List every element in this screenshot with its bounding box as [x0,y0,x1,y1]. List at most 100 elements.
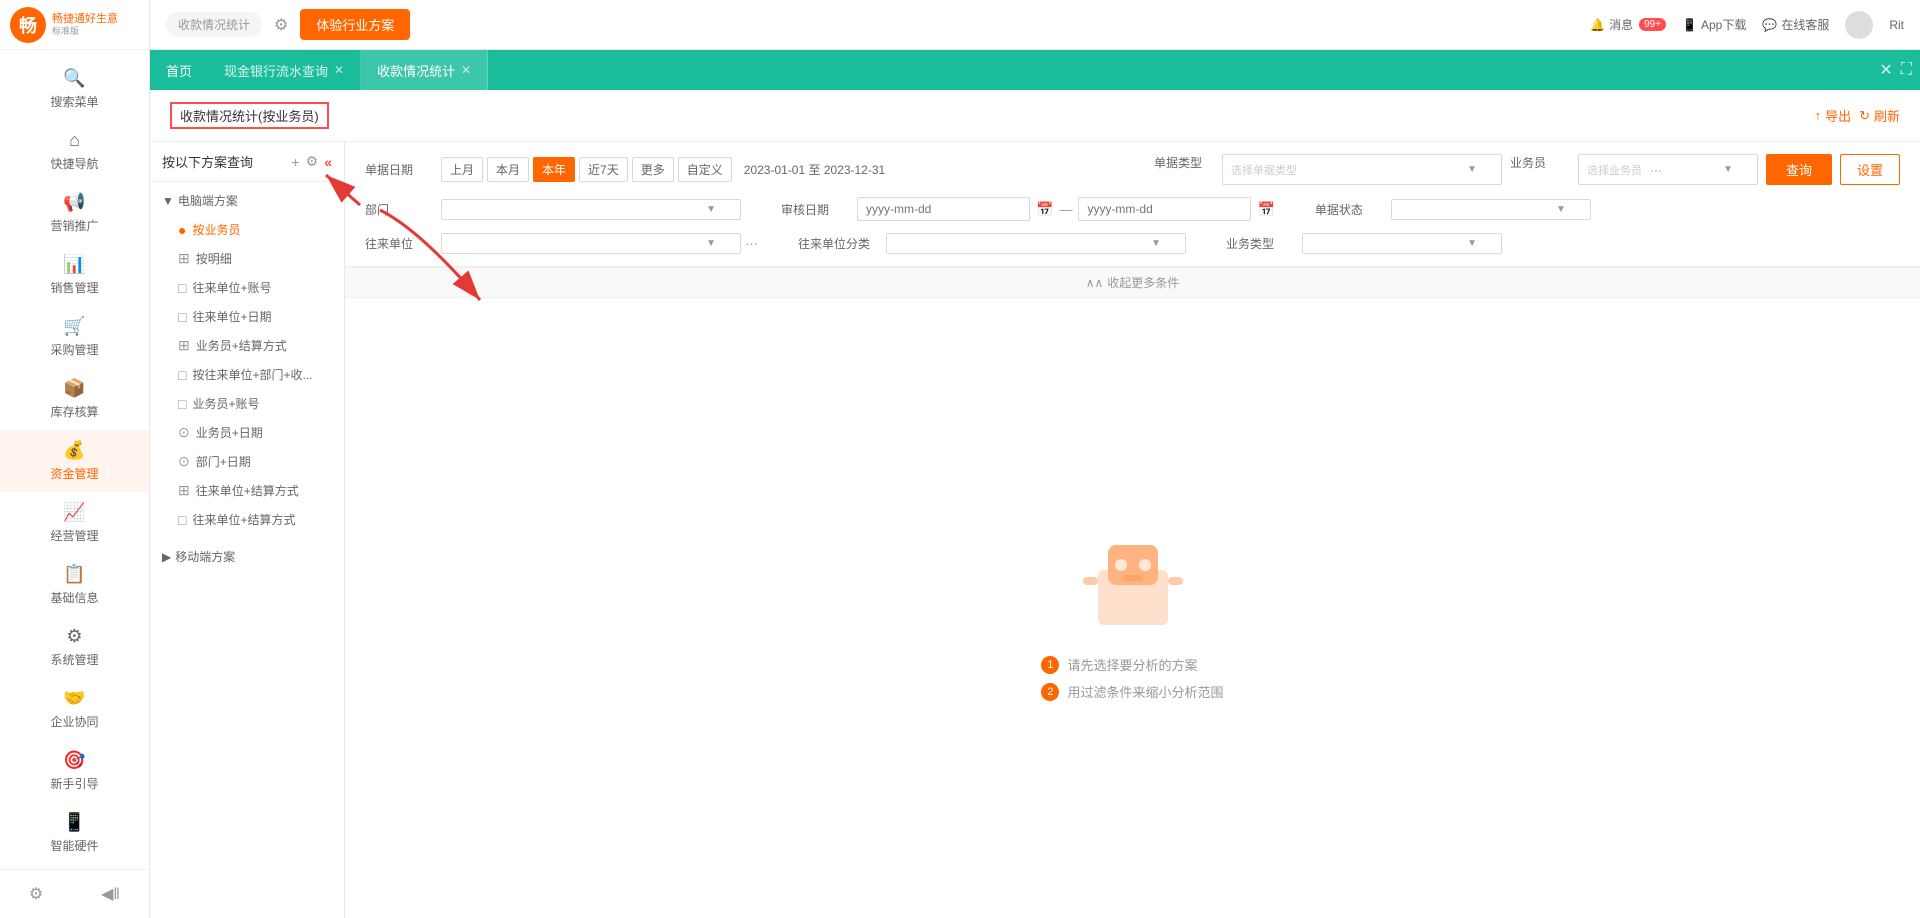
calendar-start-icon[interactable]: 📅 [1036,201,1053,218]
main-area: 收款情况统计 ⚙ 体验行业方案 🔔 消息 99+ 📱 App下载 💬 在线客服 [150,0,1920,918]
logo-icon: 畅 [10,7,46,43]
partner-category-label: 往来单位分类 [798,235,870,252]
tab-collection[interactable]: 收款情况统计 ✕ [361,50,488,90]
tree-item-partner-account[interactable]: □ 往来单位+账号 [150,273,344,302]
partner-payment2-icon: □ [178,512,186,528]
sidebar-item-search[interactable]: 🔍 搜索菜单 [0,58,149,120]
doc-type-chevron: ▼ [1467,164,1477,175]
review-date-end[interactable] [1078,197,1251,221]
tree-item-salesperson-date[interactable]: ⊙ 业务员+日期 [150,418,344,447]
collapse-sidebar-btn[interactable]: ◀‖ [97,880,124,908]
app-download-button[interactable]: 📱 App下载 [1682,16,1746,33]
sidebar-footer: ⚙ ◀‖ [0,869,149,918]
panel-settings-icon[interactable]: ⚙ [306,153,319,170]
sidebar-item-operations[interactable]: 📈 经营管理 [0,492,149,554]
sidebar-item-finance[interactable]: 💰 资金管理 [0,430,149,492]
calendar-end-icon[interactable]: 📅 [1257,201,1274,218]
refresh-button[interactable]: ↻ 刷新 [1859,106,1900,125]
logo-text: 畅捷通好生意 标准版 [52,12,118,38]
notifications-button[interactable]: 🔔 消息 99+ [1590,16,1666,33]
partner-category-select[interactable]: ▼ [886,233,1186,254]
dept-select[interactable]: ▼ [441,199,741,220]
user-name: Rit [1889,18,1904,32]
tab-collection-close[interactable]: ✕ [461,63,471,77]
salesperson-select[interactable]: 选择业务员 ··· ▼ [1578,154,1758,185]
content-area: 按以下方案查询 + ⚙ « ▼ 电脑端方案 ● 按业务员 [150,142,1920,918]
review-date-start[interactable] [857,197,1030,221]
tree-item-salesperson-account[interactable]: □ 业务员+账号 [150,389,344,418]
tab-maximize-icon[interactable]: ⛶ [1901,61,1912,79]
tree-item-by-detail[interactable]: ⊞ 按明细 [150,244,344,273]
biz-type-chevron: ▼ [1467,238,1477,249]
empty-svg [1073,515,1193,635]
date-options-group: 上月 本月 本年 近7天 更多 自定义 2023-01-01 至 2023-12… [441,157,885,182]
date-custom[interactable]: 自定义 [678,157,732,182]
tree-mobile-header[interactable]: ▶ 移动端方案 [150,542,344,571]
page-header: 收款情况统计(按业务员) ↑ 导出 ↻ 刷新 [150,90,1920,142]
dept-chevron: ▼ [706,204,716,215]
tab-bank-close[interactable]: ✕ [334,63,344,77]
date-last-month[interactable]: 上月 [441,157,483,182]
tip-num-1: 1 [1041,656,1059,674]
trial-button[interactable]: 体验行业方案 [300,9,410,40]
tree-item-dept-date[interactable]: ⊙ 部门+日期 [150,447,344,476]
settings-button[interactable]: 设置 [1840,154,1900,185]
sidebar-item-enterprise[interactable]: 🤝 企业协同 [0,678,149,740]
empty-tips: 1 请先选择要分析的方案 2 用过滤条件来缩小分析范围 [1041,655,1223,701]
salesperson-more-icon: ··· [1650,163,1662,177]
tree-item-partner-date[interactable]: □ 往来单位+日期 [150,302,344,331]
tree-desktop-header[interactable]: ▼ 电脑端方案 [150,186,344,215]
sidebar-item-guide[interactable]: 🎯 新手引导 [0,740,149,802]
salesperson-date-icon: ⊙ [178,424,190,441]
sidebar-item-quick-nav[interactable]: ⌂ 快捷导航 [0,120,149,182]
export-button[interactable]: ↑ 导出 [1815,106,1852,125]
empty-tip-1: 1 请先选择要分析的方案 [1041,655,1223,674]
home-icon: ⌂ [69,130,80,151]
tab-home[interactable]: 首页 [150,50,208,90]
sidebar-item-system[interactable]: ⚙ 系统管理 [0,616,149,678]
tab-bank[interactable]: 现金银行流水查询 ✕ [208,50,361,90]
sidebar-item-sales[interactable]: 📊 销售管理 [0,244,149,306]
partner-dots[interactable]: ··· [745,236,758,251]
tree-desktop-section: ▼ 电脑端方案 ● 按业务员 ⊞ 按明细 □ 往来单位+账号 [150,182,344,538]
collapse-bar[interactable]: ∧∧ 收起更多条件 [345,267,1920,298]
panel-add-icon[interactable]: + [291,154,299,170]
partner-select[interactable]: ▼ [441,233,741,254]
date-this-month[interactable]: 本月 [487,157,529,182]
biz-type-select[interactable]: ▼ [1302,233,1502,254]
doc-status-select[interactable]: ▼ [1391,199,1591,220]
top-header: 收款情况统计 ⚙ 体验行业方案 🔔 消息 99+ 📱 App下载 💬 在线客服 [150,0,1920,50]
sidebar-item-basic[interactable]: 📋 基础信息 [0,554,149,616]
sidebar-item-marketing[interactable]: 📢 营销推广 [0,182,149,244]
salesperson-label: 业务员 [1510,154,1570,185]
query-button[interactable]: 查询 [1766,154,1832,185]
sidebar: 畅 畅捷通好生意 标准版 🔍 搜索菜单 ⌂ 快捷导航 📢 营销推广 📊 销售管理 [0,0,150,918]
settings-footer-btn[interactable]: ⚙ [25,880,47,908]
app-logo: 畅 畅捷通好生意 标准版 [0,0,149,50]
doc-type-select[interactable]: 选择单据类型 ▼ [1222,154,1502,185]
header-settings-icon[interactable]: ⚙ [274,15,288,35]
tree-item-partner-dept[interactable]: □ 按往来单位+部门+收... [150,360,344,389]
sidebar-item-inventory[interactable]: 📦 库存核算 [0,368,149,430]
date-more[interactable]: 更多 [632,157,674,182]
page-actions: ↑ 导出 ↻ 刷新 [1815,106,1900,125]
tab-close-all-icon[interactable]: ✕ [1879,60,1892,80]
date-this-year[interactable]: 本年 [533,157,575,182]
panel-collapse-icon[interactable]: « [324,154,332,170]
tree-item-by-salesperson[interactable]: ● 按业务员 [150,215,344,244]
tree-item-partner-payment2[interactable]: □ 往来单位+结算方式 [150,505,344,534]
online-service-button[interactable]: 💬 在线客服 [1762,16,1829,33]
tree-item-salesperson-payment[interactable]: ⊞ 业务员+结算方式 [150,331,344,360]
sidebar-item-purchase[interactable]: 🛒 采购管理 [0,306,149,368]
collapse-up-icon: ∧∧ [1086,276,1104,290]
sidebar-item-hardware[interactable]: 📱 智能硬件 [0,802,149,864]
user-avatar[interactable] [1845,11,1873,39]
basic-icon: 📋 [63,564,85,585]
date-last-7[interactable]: 近7天 [579,157,628,182]
tree-item-partner-payment1[interactable]: ⊞ 往来单位+结算方式 [150,476,344,505]
marketing-icon: 📢 [63,192,85,213]
finance-icon: 💰 [63,440,85,461]
empty-state: 1 请先选择要分析的方案 2 用过滤条件来缩小分析范围 [345,298,1920,918]
biz-type-label: 业务类型 [1226,235,1286,252]
header-right: 🔔 消息 99+ 📱 App下载 💬 在线客服 Rit [1590,11,1904,39]
